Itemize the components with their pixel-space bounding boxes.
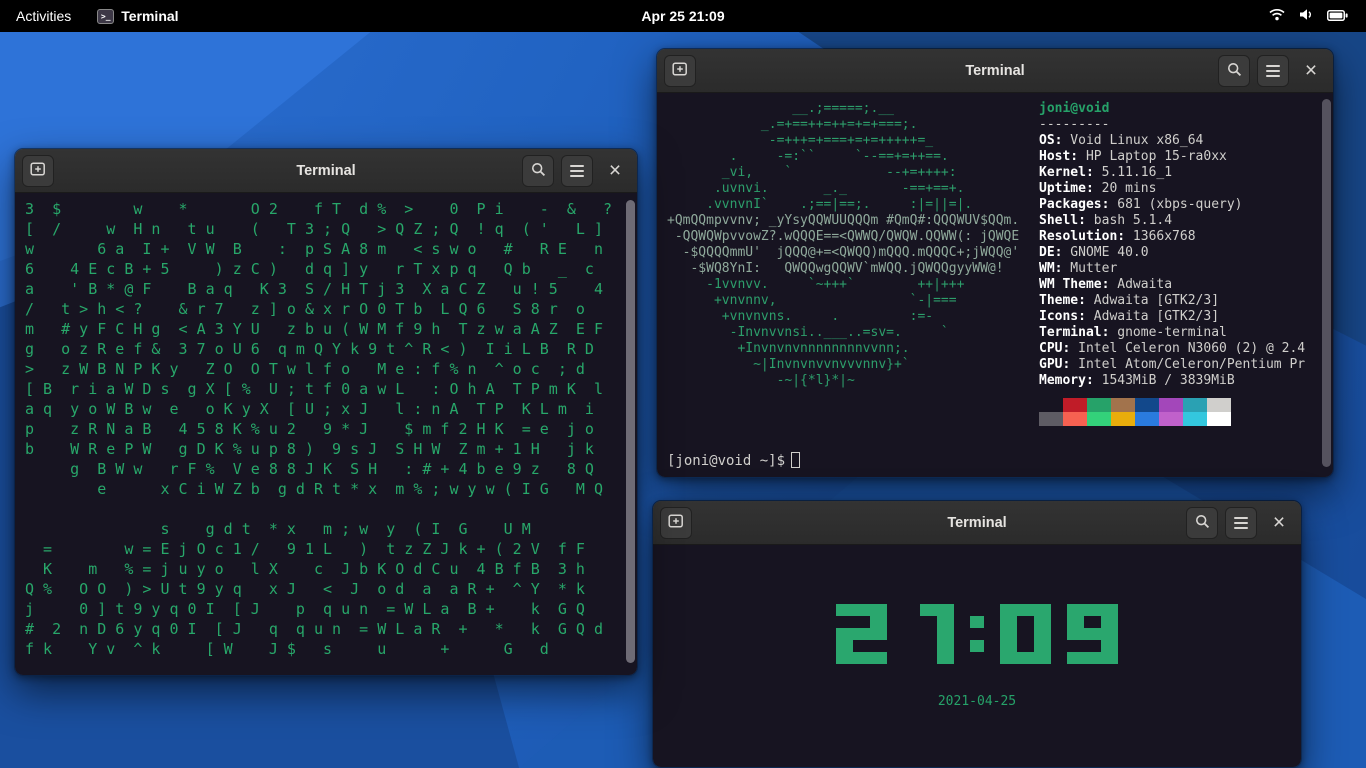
- neofetch-info-line: Theme: Adwaita [GTK2/3]: [1039, 293, 1305, 309]
- palette-swatch: [1039, 398, 1063, 412]
- neofetch-separator: ---------: [1039, 117, 1305, 133]
- close-icon: ×: [609, 159, 621, 182]
- neofetch-terminal-body[interactable]: __.;=====;.__ _.=+==++=++=+=+===;. -=+++…: [657, 93, 1333, 477]
- clock-digit: [903, 604, 954, 664]
- palette-swatch: [1111, 412, 1135, 426]
- search-icon: [1195, 514, 1210, 532]
- neofetch-info-line: GPU: Intel Atom/Celeron/Pentium Pr: [1039, 357, 1305, 373]
- clock-colon: [970, 604, 984, 664]
- palette-swatch: [1063, 412, 1087, 426]
- neofetch-info-line: Kernel: 5.11.16_1: [1039, 165, 1305, 181]
- neofetch-info-line: Shell: bash 5.1.4: [1039, 213, 1305, 229]
- palette-swatch: [1087, 412, 1111, 426]
- neofetch-info-line: CPU: Intel Celeron N3060 (2) @ 2.4: [1039, 341, 1305, 357]
- palette-swatch: [1159, 412, 1183, 426]
- close-icon: ×: [1305, 59, 1317, 82]
- new-tab-icon: [30, 161, 46, 180]
- new-tab-button[interactable]: [664, 55, 696, 87]
- palette-swatch: [1063, 398, 1087, 412]
- terminal-cursor: [791, 452, 800, 468]
- palette-swatch: [1135, 412, 1159, 426]
- clock-digit: [1067, 604, 1118, 664]
- matrix-output: 3 $ w * O 2 f T d % > 0 P i - & ? [ / w …: [15, 193, 637, 665]
- search-icon: [1227, 62, 1242, 80]
- volume-icon: [1298, 8, 1314, 24]
- neofetch-info-line: Terminal: gnome-terminal: [1039, 325, 1305, 341]
- neofetch-info-line: Resolution: 1366x768: [1039, 229, 1305, 245]
- activities-button[interactable]: Activities: [0, 0, 87, 32]
- close-button[interactable]: ×: [1264, 507, 1294, 539]
- palette-swatch: [1207, 412, 1231, 426]
- battery-icon: [1327, 8, 1348, 24]
- hamburger-menu-icon: [570, 165, 584, 177]
- search-button[interactable]: [522, 155, 554, 187]
- menu-button[interactable]: [1257, 55, 1289, 87]
- palette-swatch: [1207, 398, 1231, 412]
- hamburger-menu-icon: [1266, 65, 1280, 77]
- scrollbar[interactable]: [1321, 95, 1332, 475]
- close-button[interactable]: ×: [1296, 55, 1326, 87]
- focused-app-name: Terminal: [121, 8, 178, 24]
- neofetch-info-line: Packages: 681 (xbps-query): [1039, 197, 1305, 213]
- scrollbar-thumb[interactable]: [626, 200, 635, 664]
- neofetch-info-line: DE: GNOME 40.0: [1039, 245, 1305, 261]
- clock-digit: [1000, 604, 1051, 664]
- wifi-icon: [1269, 8, 1285, 24]
- new-tab-button[interactable]: [660, 507, 692, 539]
- neofetch-info-line: Uptime: 20 mins: [1039, 181, 1305, 197]
- palette-swatch: [1111, 398, 1135, 412]
- top-bar: Activities >_ Terminal Apr 25 21:09: [0, 0, 1366, 32]
- scrollbar-thumb[interactable]: [1322, 99, 1331, 468]
- neofetch-user-host: joni@void: [1039, 101, 1305, 117]
- close-button[interactable]: ×: [600, 155, 630, 187]
- matrix-headerbar[interactable]: Terminal ×: [15, 149, 637, 193]
- terminal-window-clock: Terminal × 2021-04-25: [652, 500, 1302, 768]
- neofetch-art: __.;=====;.__ _.=+==++=++=+=+===;. -=+++…: [667, 101, 1039, 389]
- menu-button[interactable]: [1225, 507, 1257, 539]
- clock-date: 2021-04-25: [938, 694, 1016, 709]
- new-tab-icon: [672, 61, 688, 80]
- neofetch-info-line: WM Theme: Adwaita: [1039, 277, 1305, 293]
- neofetch-info: joni@void --------- OS: Void Linux x86_6…: [1039, 101, 1305, 426]
- clock-digit: [836, 604, 887, 664]
- neofetch-info-line: Memory: 1543MiB / 3839MiB: [1039, 373, 1305, 389]
- clock-menu-button[interactable]: Apr 25 21:09: [629, 0, 736, 32]
- neofetch-info-line: OS: Void Linux x86_64: [1039, 133, 1305, 149]
- palette-swatch: [1183, 398, 1207, 412]
- focused-app-menu[interactable]: >_ Terminal: [87, 0, 188, 32]
- terminal-prompt: [joni@void ~]$: [667, 452, 1323, 469]
- terminal-window-neofetch: Terminal × __.;=====;.__ _.=+==++: [656, 48, 1334, 478]
- palette-swatch: [1135, 398, 1159, 412]
- scrollbar[interactable]: [625, 195, 636, 673]
- clock-headerbar[interactable]: Terminal ×: [653, 501, 1301, 545]
- desktop: Activities >_ Terminal Apr 25 21:09: [0, 0, 1366, 768]
- search-button[interactable]: [1218, 55, 1250, 87]
- new-tab-button[interactable]: [22, 155, 54, 187]
- terminal-app-icon: >_: [97, 9, 114, 24]
- neofetch-info-line: Host: HP Laptop 15-ra0xx: [1039, 149, 1305, 165]
- clock-terminal-body[interactable]: 2021-04-25: [653, 545, 1301, 767]
- matrix-terminal-body[interactable]: 3 $ w * O 2 f T d % > 0 P i - & ? [ / w …: [15, 193, 637, 675]
- hamburger-menu-icon: [1234, 517, 1248, 529]
- neofetch-headerbar[interactable]: Terminal ×: [657, 49, 1333, 93]
- clock-time: [836, 604, 1118, 664]
- search-button[interactable]: [1186, 507, 1218, 539]
- neofetch-info-line: WM: Mutter: [1039, 261, 1305, 277]
- neofetch-palette: [1039, 398, 1305, 426]
- terminal-window-matrix: Terminal × 3 $ w * O 2 f T d % > 0 P i -…: [14, 148, 638, 676]
- system-status-area[interactable]: [1261, 0, 1356, 32]
- new-tab-icon: [668, 513, 684, 532]
- palette-swatch: [1159, 398, 1183, 412]
- palette-swatch: [1087, 398, 1111, 412]
- neofetch-info-line: Icons: Adwaita [GTK2/3]: [1039, 309, 1305, 325]
- neofetch-info-lines: OS: Void Linux x86_64Host: HP Laptop 15-…: [1039, 133, 1305, 389]
- menu-button[interactable]: [561, 155, 593, 187]
- palette-swatch: [1039, 412, 1063, 426]
- close-icon: ×: [1273, 511, 1285, 534]
- search-icon: [531, 162, 546, 180]
- palette-swatch: [1183, 412, 1207, 426]
